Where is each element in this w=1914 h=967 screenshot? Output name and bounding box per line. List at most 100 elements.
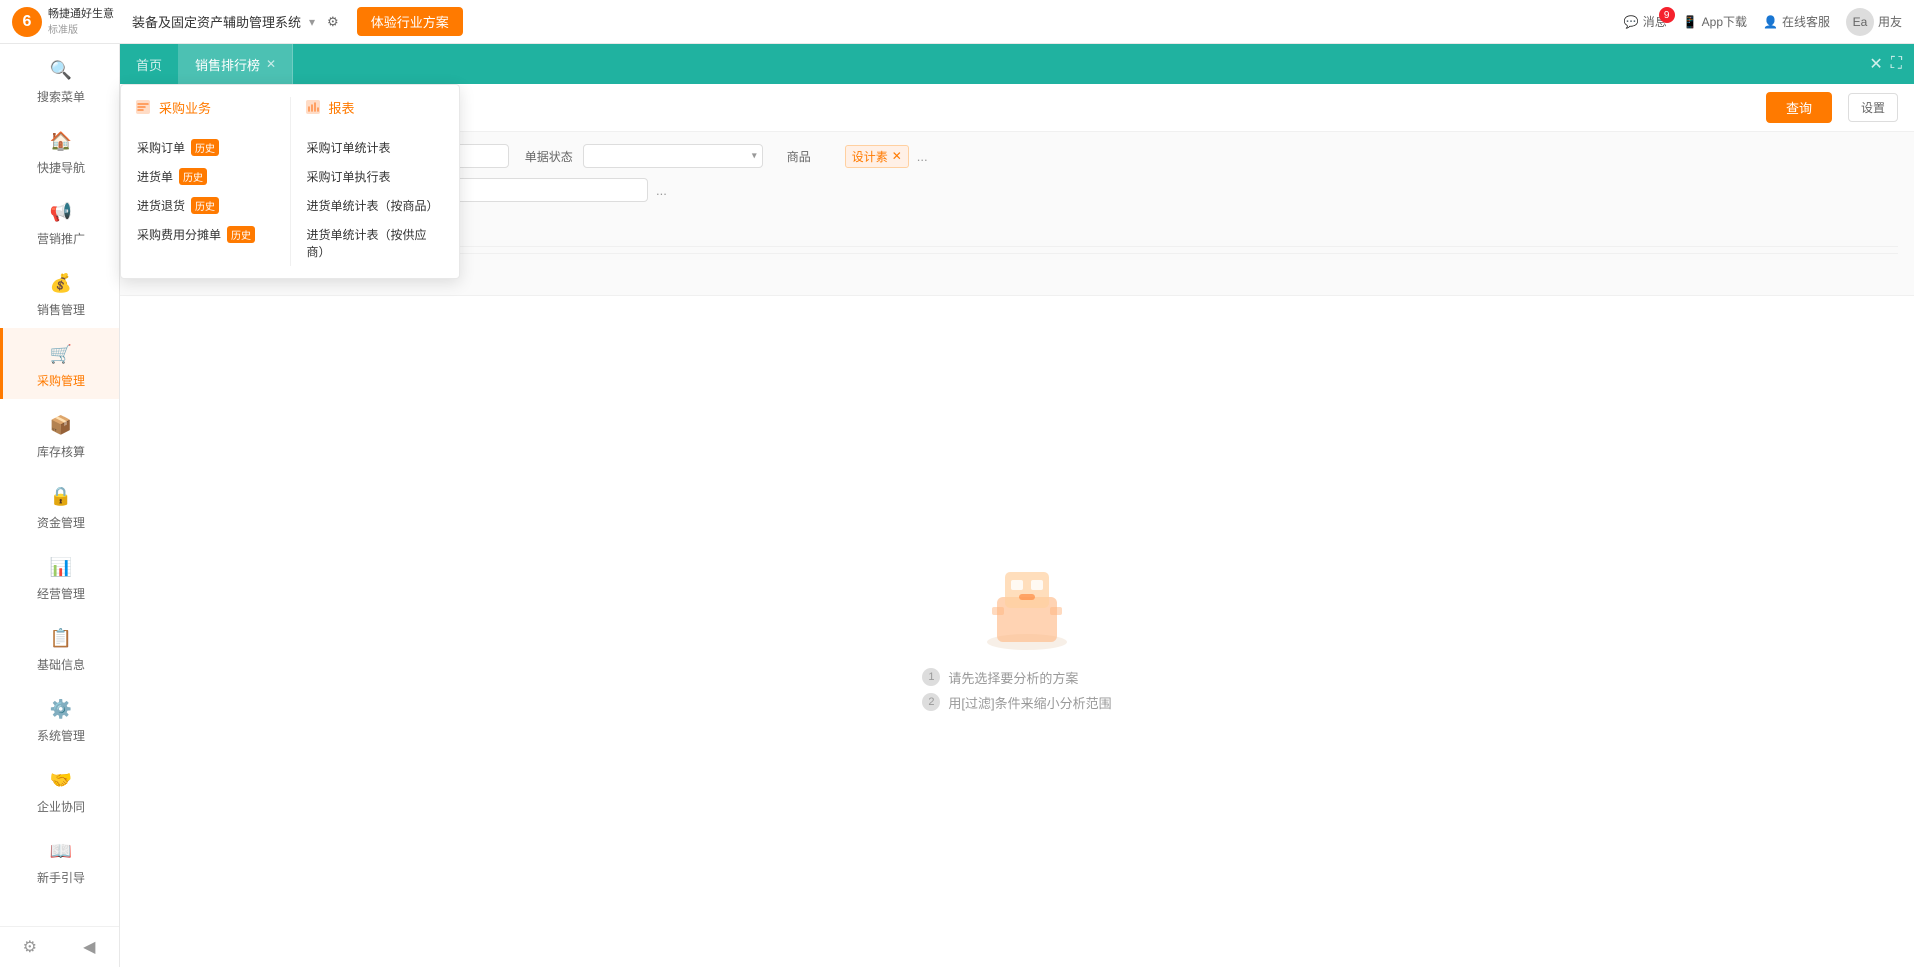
tab-bar-actions: ✕ ⛶ bbox=[1857, 44, 1914, 84]
dropdown-item-incoming-by-supplier[interactable]: 进货单统计表（按供应商） bbox=[303, 220, 448, 266]
marketing-icon: 📢 bbox=[47, 198, 75, 226]
tab-home[interactable]: 首页 bbox=[120, 44, 179, 84]
phone-icon: 📱 bbox=[1683, 15, 1698, 29]
enterprise-icon: 🤝 bbox=[47, 766, 75, 794]
empty-tips: 1 请先选择要分析的方案 2 用[过滤]条件来缩小分析范围 bbox=[922, 668, 1111, 712]
guide-icon: 📖 bbox=[47, 837, 75, 865]
user-avatar: Ea bbox=[1846, 8, 1874, 36]
service-icon: 👤 bbox=[1763, 15, 1778, 29]
operations-icon: 📊 bbox=[47, 553, 75, 581]
logo-sub: 标准版 bbox=[48, 21, 114, 36]
sidebar-label-quick: 快捷导航 bbox=[37, 159, 85, 176]
sidebar-item-enterprise[interactable]: 🤝 企业协同 bbox=[0, 754, 119, 825]
goods-tag-text: 设计素 bbox=[852, 148, 888, 165]
home-icon: 🏠 bbox=[47, 127, 75, 155]
sidebar-item-purchase[interactable]: 🛒 采购管理 bbox=[0, 328, 119, 399]
dropdown-item-incoming-by-goods[interactable]: 进货单统计表（按商品） bbox=[303, 191, 448, 220]
sidebar-collapse-button[interactable]: ◀ bbox=[60, 927, 120, 967]
app-download-item[interactable]: 📱 App下载 bbox=[1683, 13, 1747, 30]
purchase-col-icon bbox=[133, 97, 153, 117]
sidebar-item-system[interactable]: ⚙️ 系统管理 bbox=[0, 683, 119, 754]
basic-icon: 📋 bbox=[47, 624, 75, 652]
purchase-icon: 🛒 bbox=[47, 340, 75, 368]
online-service-item[interactable]: 👤 在线客服 bbox=[1763, 13, 1830, 30]
settings-icon[interactable]: ⚙ bbox=[327, 14, 339, 30]
history-badge-0: 历史 bbox=[191, 139, 219, 156]
status-filter: 单据状态 bbox=[525, 144, 771, 168]
sales-icon: 💰 bbox=[47, 269, 75, 297]
tip-num-2: 2 bbox=[922, 693, 940, 711]
logo-area: 6 畅捷通好生意 标准版 bbox=[12, 7, 132, 37]
sidebar-label-operations: 经营管理 bbox=[37, 585, 85, 602]
sidebar-label-inventory: 库存核算 bbox=[37, 443, 85, 460]
industry-button[interactable]: 体验行业方案 bbox=[357, 7, 463, 36]
dropdown-item-purchase-order[interactable]: 采购订单 历史 bbox=[133, 133, 278, 162]
sidebar-item-inventory[interactable]: 📦 库存核算 bbox=[0, 399, 119, 470]
status-select[interactable] bbox=[583, 144, 763, 168]
tab-expand-icon[interactable]: ⛶ bbox=[1891, 55, 1902, 73]
top-header: 6 畅捷通好生意 标准版 装备及固定资产辅助管理系统 ▾ ⚙ 体验行业方案 💬 … bbox=[0, 0, 1914, 44]
sidebar-item-quick[interactable]: 🏠 快捷导航 bbox=[0, 115, 119, 186]
empty-svg bbox=[967, 552, 1087, 652]
dropdown-item-expense[interactable]: 采购费用分摊单 历史 bbox=[133, 220, 278, 249]
sidebar-label-guide: 新手引导 bbox=[37, 869, 85, 886]
goods-filter: 商品 设计素 ✕ ... bbox=[787, 145, 987, 168]
order-exec-label: 采购订单执行表 bbox=[307, 168, 391, 185]
dropdown-item-order-stat[interactable]: 采购订单统计表 bbox=[303, 133, 448, 162]
empty-state: 1 请先选择要分析的方案 2 用[过滤]条件来缩小分析范围 bbox=[120, 296, 1914, 967]
message-item[interactable]: 💬 消息 9 bbox=[1624, 13, 1667, 30]
report-col-icon bbox=[303, 97, 323, 117]
logo-title: 畅捷通好生意 bbox=[48, 7, 114, 21]
tab-bar: 首页 销售排行榜 ✕ ✕ ⛶ bbox=[120, 44, 1914, 84]
tip-num-1: 1 bbox=[922, 668, 940, 686]
goods-tag-close[interactable]: ✕ bbox=[892, 149, 902, 163]
incoming-by-goods-label: 进货单统计表（按商品） bbox=[307, 197, 439, 214]
sidebar-bottom: ⚙ ◀ bbox=[0, 926, 119, 967]
system-title: 装备及固定资产辅助管理系统 bbox=[132, 12, 301, 31]
status-label: 单据状态 bbox=[525, 148, 575, 165]
sidebar: 🔍 搜索菜单 🏠 快捷导航 📢 营销推广 💰 销售管理 🛒 采购管理 📦 库存核… bbox=[0, 44, 120, 967]
return-label: 进货退货 bbox=[137, 197, 185, 214]
tab-close-icon[interactable]: ✕ bbox=[266, 57, 276, 71]
report-col-header: 报表 bbox=[303, 97, 448, 123]
query-button[interactable]: 查询 bbox=[1766, 92, 1832, 123]
system-icon: ⚙️ bbox=[47, 695, 75, 723]
tab-home-label: 首页 bbox=[136, 55, 162, 74]
order-stat-label: 采购订单统计表 bbox=[307, 139, 391, 156]
purchase-dropdown-menu: 采购业务 采购订单 历史 进货单 历史 进货退货 历史 采购费用分摊单 历史 bbox=[120, 84, 460, 279]
sidebar-item-basic[interactable]: 📋 基础信息 bbox=[0, 612, 119, 683]
tab-sales-rank[interactable]: 销售排行榜 ✕ bbox=[179, 44, 293, 84]
header-right: 💬 消息 9 📱 App下载 👤 在线客服 Ea 用友 bbox=[1624, 8, 1902, 36]
sidebar-item-guide[interactable]: 📖 新手引导 bbox=[0, 825, 119, 896]
salesman-input[interactable] bbox=[448, 178, 648, 202]
salesman-ellipsis[interactable]: ... bbox=[656, 183, 667, 198]
sidebar-item-sales[interactable]: 💰 销售管理 bbox=[0, 257, 119, 328]
system-title-area: 装备及固定资产辅助管理系统 ▾ ⚙ 体验行业方案 bbox=[132, 7, 1624, 36]
dropdown-item-order-exec[interactable]: 采购订单执行表 bbox=[303, 162, 448, 191]
purchase-order-label: 采购订单 bbox=[137, 139, 185, 156]
dropdown-cols: 采购业务 采购订单 历史 进货单 历史 进货退货 历史 采购费用分摊单 历史 bbox=[121, 97, 459, 266]
sidebar-item-search[interactable]: 🔍 搜索菜单 bbox=[0, 44, 119, 115]
history-badge-2: 历史 bbox=[191, 197, 219, 214]
sidebar-item-operations[interactable]: 📊 经营管理 bbox=[0, 541, 119, 612]
title-dropdown-icon[interactable]: ▾ bbox=[309, 15, 315, 29]
dropdown-item-return[interactable]: 进货退货 历史 bbox=[133, 191, 278, 220]
tab-close-all-icon[interactable]: ✕ bbox=[1869, 54, 1882, 74]
empty-tip-2: 2 用[过滤]条件来缩小分析范围 bbox=[922, 693, 1111, 712]
goods-label: 商品 bbox=[787, 148, 837, 165]
sidebar-item-finance[interactable]: 🔒 资金管理 bbox=[0, 470, 119, 541]
finance-icon: 🔒 bbox=[47, 482, 75, 510]
sidebar-settings-button[interactable]: ⚙ bbox=[0, 927, 60, 967]
settings-button[interactable]: 设置 bbox=[1848, 93, 1898, 122]
online-service-label: 在线客服 bbox=[1782, 13, 1830, 30]
user-item[interactable]: Ea 用友 bbox=[1846, 8, 1902, 36]
tab-sales-rank-label: 销售排行榜 bbox=[195, 55, 260, 74]
dropdown-item-incoming[interactable]: 进货单 历史 bbox=[133, 162, 278, 191]
user-label: 用友 bbox=[1878, 13, 1902, 30]
goods-ellipsis[interactable]: ... bbox=[917, 149, 928, 164]
sidebar-label-enterprise: 企业协同 bbox=[37, 798, 85, 815]
purchase-col-header: 采购业务 bbox=[133, 97, 278, 123]
expense-label: 采购费用分摊单 bbox=[137, 226, 221, 243]
sidebar-item-marketing[interactable]: 📢 营销推广 bbox=[0, 186, 119, 257]
incoming-by-supplier-label: 进货单统计表（按供应商） bbox=[307, 226, 444, 260]
